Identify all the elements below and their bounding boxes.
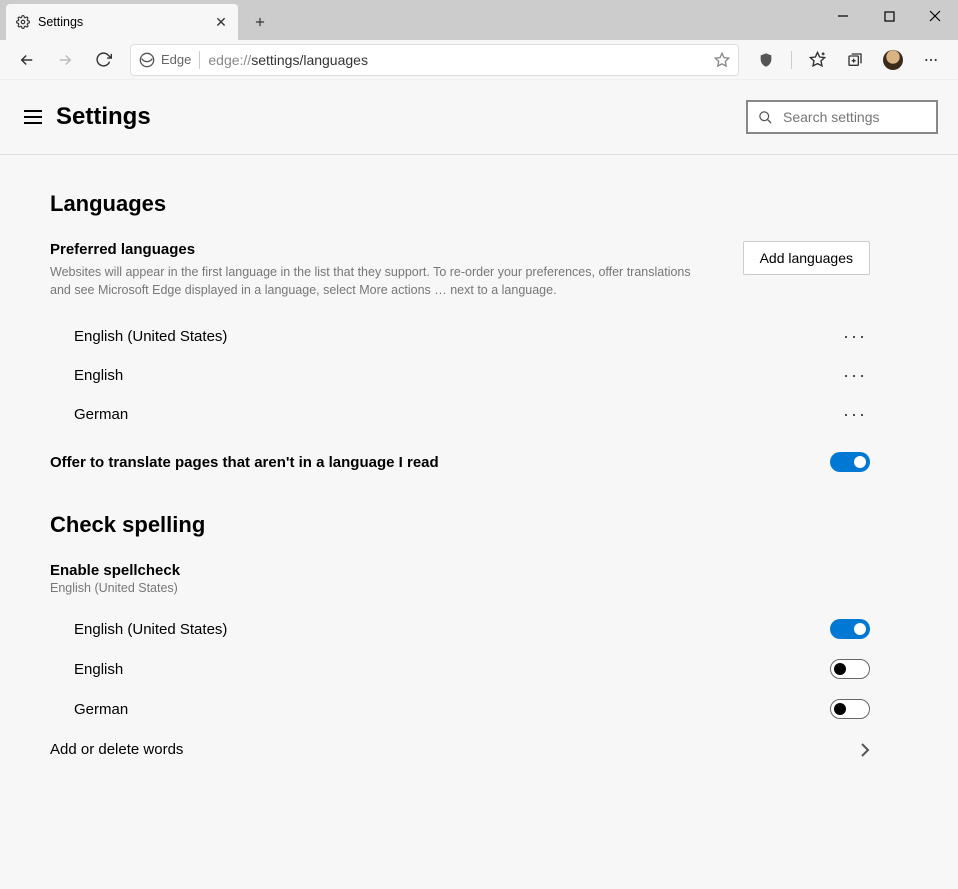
collections-icon[interactable] [838,44,872,76]
shield-icon[interactable] [749,44,783,76]
spellcheck-lang-row: English [50,649,870,689]
spelling-heading: Check spelling [50,512,870,538]
new-tab-button[interactable] [244,6,276,38]
add-delete-words-row[interactable]: Add or delete words [50,729,870,770]
chevron-right-icon [860,743,870,757]
star-icon[interactable] [714,52,730,68]
divider [199,51,200,69]
spellcheck-lang-name: English (United States) [50,621,227,638]
browser-tab[interactable]: Settings ✕ [6,4,238,40]
language-list: English (United States) ··· English ··· … [50,317,870,434]
enable-spellcheck-row: Enable spellcheck English (United States… [50,562,870,595]
preferred-languages-row: Preferred languages Websites will appear… [50,241,870,299]
site-identity-label: Edge [161,52,191,67]
search-settings[interactable] [746,100,938,134]
add-languages-button[interactable]: Add languages [743,241,870,275]
menu-icon[interactable] [20,104,46,130]
more-actions-icon[interactable]: ··· [840,404,870,425]
page-title: Settings [56,103,151,131]
spellcheck-lang-name: English [50,661,123,678]
more-actions-icon[interactable]: ··· [840,365,870,386]
more-menu-button[interactable] [914,44,948,76]
search-icon [758,110,773,125]
more-actions-icon[interactable]: ··· [840,326,870,347]
spellcheck-toggle[interactable] [830,659,870,679]
gear-icon [16,15,30,29]
maximize-button[interactable] [866,0,912,32]
tab-title: Settings [38,15,204,29]
address-bar[interactable]: Edge edge://settings/languages [130,44,739,76]
spellcheck-toggle[interactable] [830,699,870,719]
language-name: German [74,406,128,423]
close-window-button[interactable] [912,0,958,32]
site-identity: Edge [139,52,191,68]
preferred-languages-desc: Websites will appear in the first langua… [50,264,700,299]
language-name: English (United States) [74,328,227,345]
translate-toggle[interactable] [830,452,870,472]
window-controls [820,0,958,32]
translate-label: Offer to translate pages that aren't in … [50,454,439,471]
spellcheck-toggle[interactable] [830,619,870,639]
avatar-icon [883,50,903,70]
translate-toggle-row: Offer to translate pages that aren't in … [50,442,870,482]
spellcheck-lang-name: German [50,701,128,718]
language-item: German ··· [50,395,870,434]
add-delete-words-label: Add or delete words [50,741,183,758]
enable-spellcheck-sub: English (United States) [50,581,870,595]
preferred-languages-label: Preferred languages [50,241,700,258]
browser-toolbar: Edge edge://settings/languages [0,40,958,80]
enable-spellcheck-label: Enable spellcheck [50,562,870,579]
profile-button[interactable] [876,44,910,76]
back-button[interactable] [10,44,44,76]
language-name: English [74,367,123,384]
divider [791,51,792,69]
forward-button[interactable] [48,44,82,76]
refresh-button[interactable] [86,44,120,76]
window-titlebar: Settings ✕ [0,0,958,40]
favorites-icon[interactable] [800,44,834,76]
settings-content: Languages Preferred languages Websites w… [0,155,920,806]
search-input[interactable] [783,109,958,125]
url-text: edge://settings/languages [208,52,368,68]
spellcheck-lang-row: English (United States) [50,609,870,649]
language-item: English (United States) ··· [50,317,870,356]
close-tab-icon[interactable]: ✕ [212,13,230,31]
language-item: English ··· [50,356,870,395]
settings-header: Settings [0,80,958,155]
spellcheck-lang-row: German [50,689,870,729]
languages-heading: Languages [50,191,870,217]
minimize-button[interactable] [820,0,866,32]
